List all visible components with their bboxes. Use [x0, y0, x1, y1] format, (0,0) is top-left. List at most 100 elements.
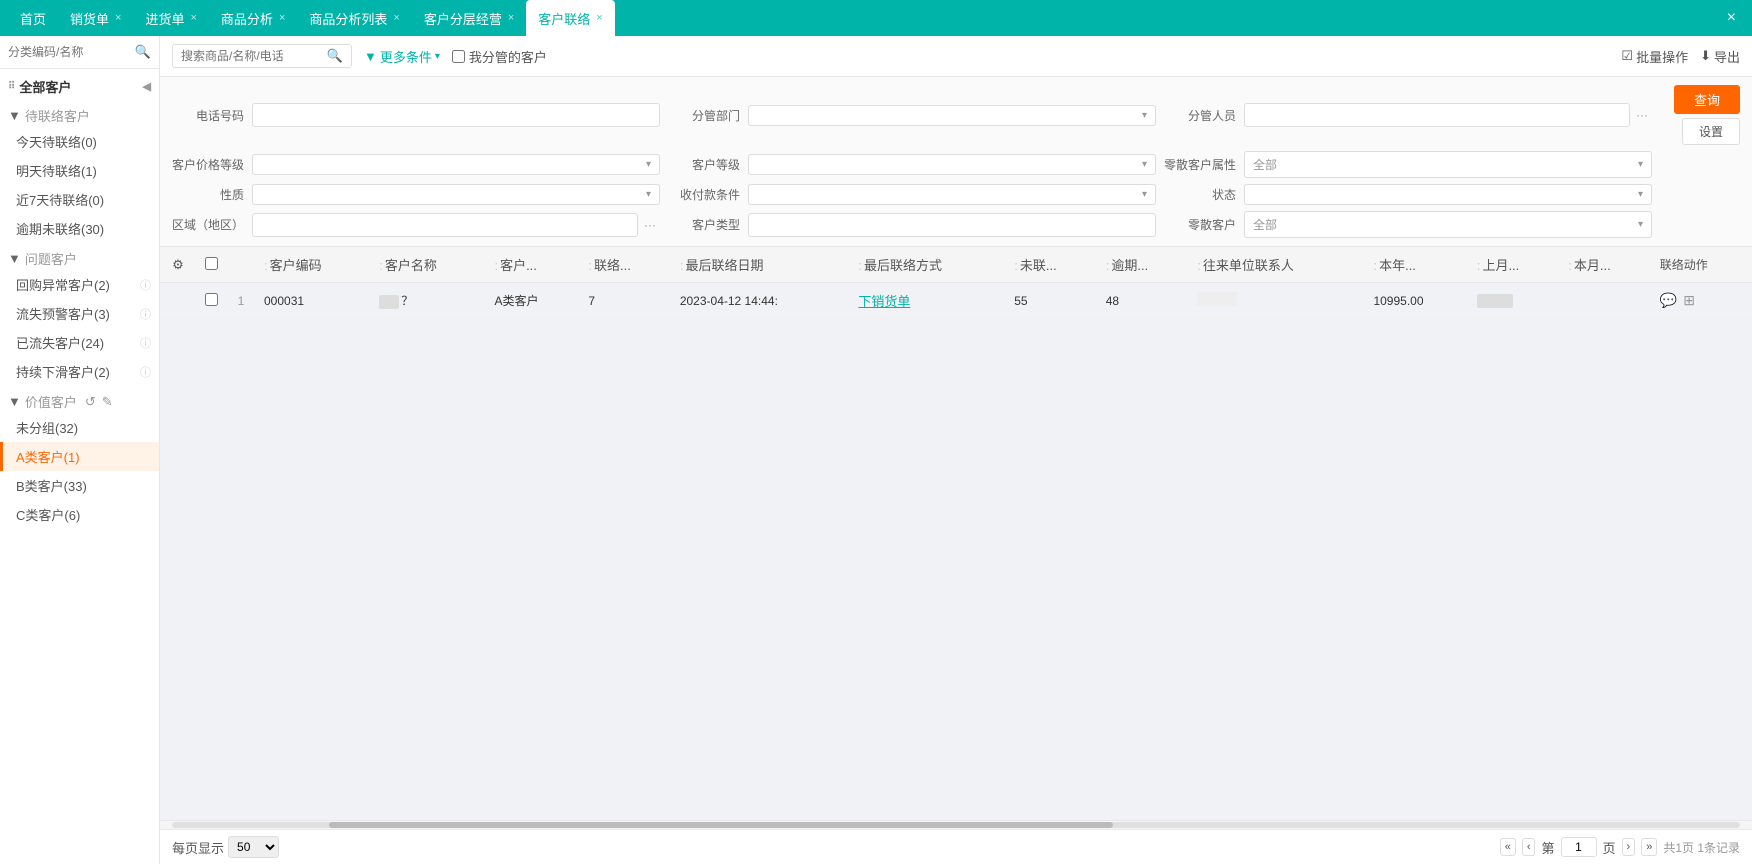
last-page-btn[interactable]: »: [1641, 838, 1657, 856]
sidebar-item-tomorrow[interactable]: 明天待联络(1): [0, 156, 159, 185]
sidebar-item-churn-warning[interactable]: 流失预警客户(3) ⓘ: [0, 299, 159, 328]
col-last-month: :上月...: [1469, 247, 1560, 283]
sidebar-item-a-class[interactable]: A类客户(1): [0, 442, 159, 471]
sidebar-item-b-class[interactable]: B类客户(33): [0, 471, 159, 500]
row-last-date: 2023-04-12 14:44:: [672, 283, 851, 319]
row-name: ？: [371, 283, 486, 319]
query-button[interactable]: 查询: [1674, 85, 1740, 114]
more-filters-btn[interactable]: ▼ 更多条件 ▾: [364, 47, 440, 66]
expand-value-icon[interactable]: ▼: [8, 394, 21, 409]
sidebar-item-churned[interactable]: 已流失客户(24) ⓘ: [0, 328, 159, 357]
region-field: 区域（地区） ···: [172, 213, 660, 237]
nav-customer-tier[interactable]: 客户分层经营 ×: [412, 0, 526, 36]
sidebar-search-area: 🔍: [0, 36, 159, 69]
settings-button[interactable]: 设置: [1682, 118, 1740, 145]
col-code: :客户编码: [256, 247, 371, 283]
gear-icon[interactable]: ⚙: [172, 257, 184, 272]
sidebar-item-7days[interactable]: 近7天待联络(0): [0, 185, 159, 214]
customer-type-field: 客户类型: [668, 213, 1156, 237]
main-search-icon[interactable]: 🔍: [327, 48, 343, 64]
sidebar: 🔍 ⠿ 全部客户 ◀ ▼ 待联络客户 今天待联络(0) 明天待联络(1): [0, 36, 160, 864]
export-button[interactable]: ⬇ 导出: [1700, 47, 1740, 66]
nav-analysis[interactable]: 商品分析 ×: [209, 0, 297, 36]
chat-icon[interactable]: 💬: [1660, 292, 1677, 309]
payment-select[interactable]: ▾: [748, 184, 1156, 205]
batch-op-button[interactable]: ☑ 批量操作: [1621, 47, 1688, 66]
manager-field: 分管人员 ···: [1164, 103, 1652, 127]
nature-select[interactable]: ▾: [252, 184, 660, 205]
dept-select-arrow: ▾: [1142, 110, 1147, 121]
my-customers-checkbox-area: 我分管的客户: [452, 47, 547, 66]
row-last-month: [1469, 283, 1560, 319]
nav-analysis-list[interactable]: 商品分析列表 ×: [297, 0, 411, 36]
sidebar-search-icon[interactable]: 🔍: [135, 44, 151, 60]
row-overdue: 48: [1098, 283, 1189, 319]
col-name: :客户名称: [371, 247, 486, 283]
col-contact: :联络...: [580, 247, 671, 283]
row-gear: [160, 283, 196, 319]
select-all-checkbox[interactable]: [205, 257, 218, 270]
row-uncontact: 55: [1006, 283, 1097, 319]
first-page-btn[interactable]: «: [1500, 838, 1516, 856]
check-col-header: [196, 247, 226, 283]
page-input[interactable]: [1561, 837, 1597, 857]
region-dots-btn[interactable]: ···: [640, 214, 660, 236]
sidebar-item-declining[interactable]: 持续下滑客户(2) ⓘ: [0, 357, 159, 386]
close-purchase-icon[interactable]: ×: [190, 12, 196, 24]
nav-purchase[interactable]: 进货单 ×: [133, 0, 208, 36]
sidebar-item-repurchase-abnormal[interactable]: 回购异常客户(2) ⓘ: [0, 270, 159, 299]
close-customer-tier-icon[interactable]: ×: [508, 12, 514, 24]
close-analysis-list-icon[interactable]: ×: [393, 12, 399, 24]
retail-attr-arrow: ▾: [1638, 159, 1643, 170]
grid-icon[interactable]: ⊞: [1683, 292, 1695, 309]
manager-dots-btn[interactable]: ···: [1632, 104, 1652, 126]
dept-select[interactable]: ▾: [748, 105, 1156, 126]
refresh-icon[interactable]: ↺: [85, 394, 96, 410]
filter-bar: 🔍 ▼ 更多条件 ▾ 我分管的客户 ☑ 批量操作 ⬇: [160, 36, 1752, 77]
customer-type-input[interactable]: [748, 213, 1156, 237]
edit-value-icon[interactable]: ✎: [102, 394, 113, 410]
sidebar-item-ungrouped[interactable]: 未分组(32): [0, 413, 159, 442]
row-type: A类客户: [486, 283, 580, 319]
filter-icon: ▼: [364, 49, 377, 64]
customer-level-select[interactable]: ▾: [748, 154, 1156, 175]
retail-customer-select[interactable]: 全部 ▾: [1244, 211, 1652, 238]
last-method-link[interactable]: 下销货单: [858, 294, 910, 309]
advanced-filter-panel: 电话号码 分管部门 ▾ 分管人员 ···: [160, 77, 1752, 247]
per-page-select[interactable]: 50 100 200: [228, 836, 279, 858]
status-select[interactable]: ▾: [1244, 184, 1652, 205]
info-icon-4: ⓘ: [140, 364, 151, 380]
close-analysis-icon[interactable]: ×: [279, 12, 285, 24]
sidebar-search-input[interactable]: [8, 45, 135, 59]
sidebar-item-c-class[interactable]: C类客户(6): [0, 500, 159, 529]
close-customer-contact-icon[interactable]: ×: [596, 12, 602, 24]
content-area: 🔍 ▼ 更多条件 ▾ 我分管的客户 ☑ 批量操作 ⬇: [160, 36, 1752, 864]
row-check: [196, 283, 226, 319]
expand-problem-icon[interactable]: ▼: [8, 251, 21, 266]
nav-customer-contact[interactable]: 客户联络 ×: [526, 0, 614, 36]
nav-sales[interactable]: 销货单 ×: [58, 0, 133, 36]
retail-attr-select[interactable]: 全部 ▾: [1244, 151, 1652, 178]
prev-page-btn[interactable]: ‹: [1522, 838, 1536, 856]
main-search-input[interactable]: [181, 49, 327, 63]
sidebar-collapse-icon[interactable]: ◀: [143, 80, 151, 93]
region-input[interactable]: [252, 213, 638, 237]
col-uncontact: :未联...: [1006, 247, 1097, 283]
phone-input[interactable]: [252, 103, 660, 127]
manager-input[interactable]: [1244, 103, 1630, 127]
sidebar-item-overdue[interactable]: 逾期未联络(30): [0, 214, 159, 243]
all-customers-title: ⠿ 全部客户 ◀: [0, 69, 159, 100]
price-level-select[interactable]: ▾: [252, 154, 660, 175]
row-contact: 7: [580, 283, 671, 319]
col-this-year: :本年...: [1365, 247, 1468, 283]
nav-home[interactable]: 首页: [8, 0, 58, 36]
my-customers-checkbox[interactable]: [452, 50, 465, 63]
row-checkbox[interactable]: [205, 293, 218, 306]
sidebar-item-today[interactable]: 今天待联络(0): [0, 127, 159, 156]
global-close-button[interactable]: ×: [1719, 9, 1744, 27]
next-page-btn[interactable]: ›: [1622, 838, 1636, 856]
expand-icon[interactable]: ▼: [8, 108, 21, 123]
bottom-bar: 每页显示 50 100 200 « ‹ 第 页 › » 共1页 1条记录: [160, 829, 1752, 864]
close-sales-icon[interactable]: ×: [115, 12, 121, 24]
row-this-year: 10995.00: [1365, 283, 1468, 319]
